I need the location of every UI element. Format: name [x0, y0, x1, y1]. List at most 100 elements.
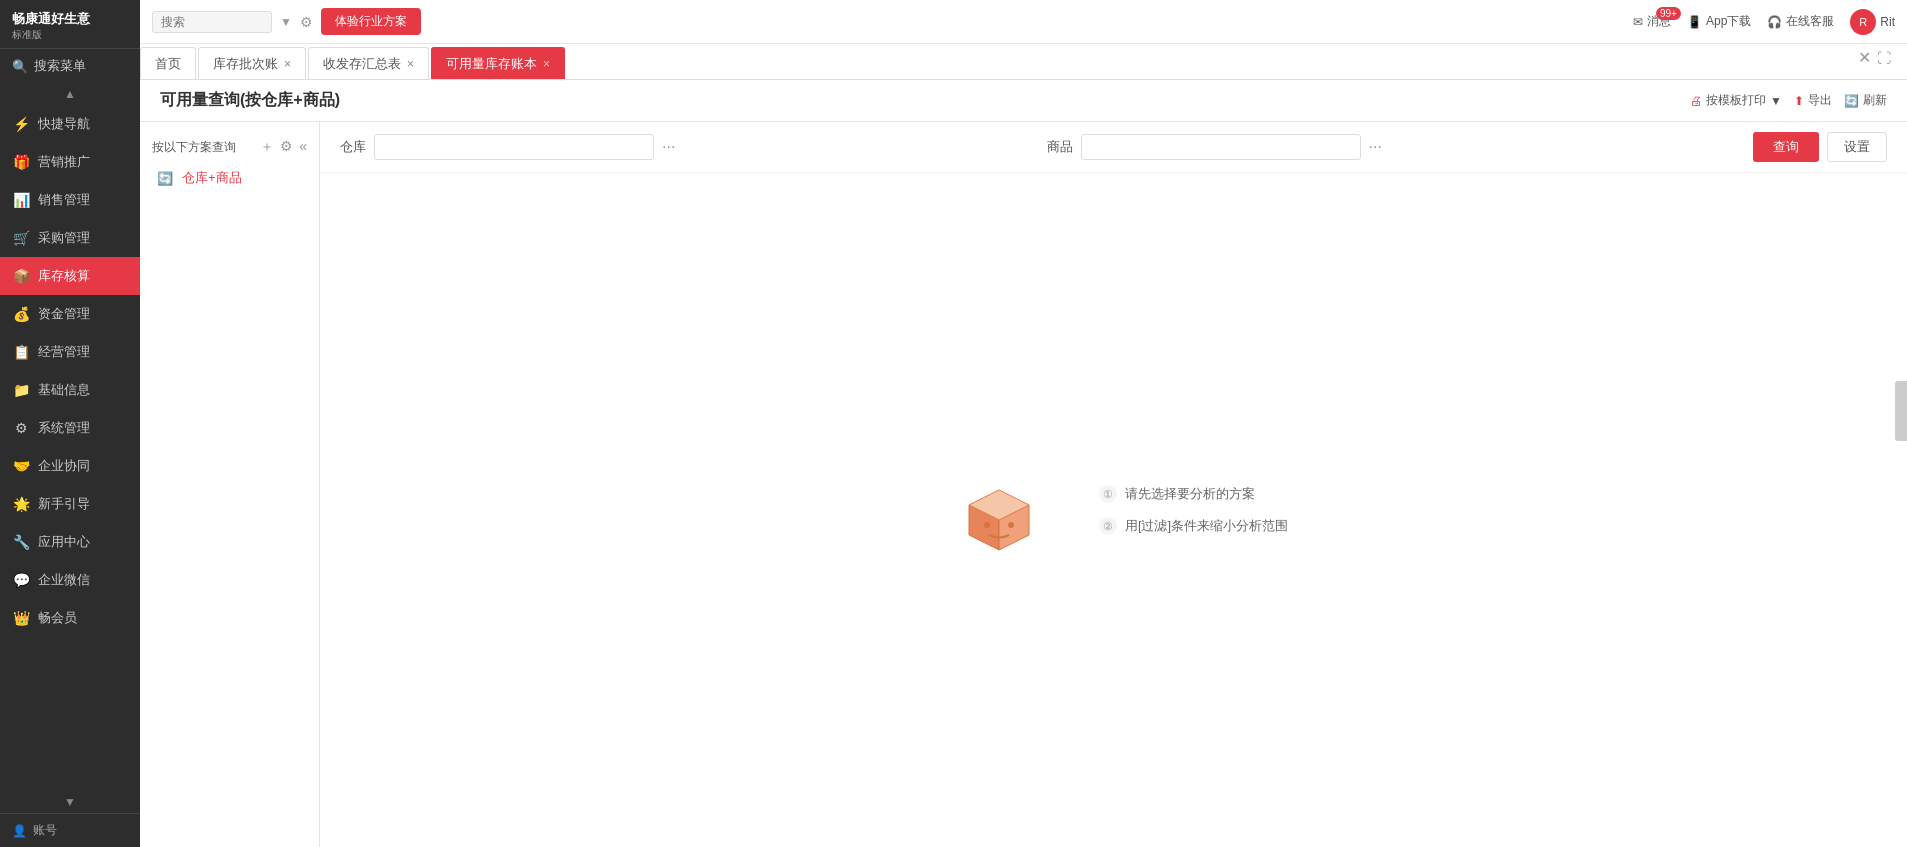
filter-header: 按以下方案查询 ＋ ⚙ «: [140, 132, 319, 162]
export-btn[interactable]: ⬆ 导出: [1794, 92, 1832, 109]
message-icon: ✉: [1633, 15, 1643, 29]
nav-icon-enterprise: 🤝: [12, 458, 30, 474]
empty-state: ① 请先选择要分析的方案 ② 用[过滤]条件来缩小分析范围: [320, 173, 1907, 847]
sidebar-item-purchase[interactable]: 🛒采购管理: [0, 219, 140, 257]
sidebar-item-marketing[interactable]: 🎁 营销推广: [0, 143, 140, 181]
tab-home[interactable]: 首页: [140, 47, 196, 79]
trial-btn[interactable]: 体验行业方案: [321, 8, 421, 35]
user-name: Rit: [1880, 15, 1895, 29]
collapse-filter-icon[interactable]: «: [299, 138, 307, 156]
tab-close-receipt-summary[interactable]: ×: [407, 57, 414, 71]
left-panel: 按以下方案查询 ＋ ⚙ « 🔄 仓库+商品: [140, 122, 320, 847]
tab-receipt-summary[interactable]: 收发存汇总表×: [308, 47, 429, 79]
tab-close-batch-ledger[interactable]: ×: [284, 57, 291, 71]
print-btn[interactable]: 🖨 按模板打印 ▼: [1690, 92, 1782, 109]
nav-label-quick-nav: 快捷导航: [38, 115, 90, 133]
service-label: 在线客服: [1786, 13, 1834, 30]
sidebar-item-sales[interactable]: 📊销售管理: [0, 181, 140, 219]
print-dropdown-icon[interactable]: ▼: [1770, 94, 1782, 108]
filter-item-warehouse-goods[interactable]: 🔄 仓库+商品: [140, 162, 319, 194]
sidebar-nav: ⚡快捷导航 🎁 营销推广 📊销售管理🛒采购管理 📦 库存核算 💰资金管理📋经营管理📁基础信息…: [0, 105, 140, 791]
tip-num-1: ①: [1099, 485, 1117, 503]
sidebar-header: 畅康通好生意 标准版: [0, 0, 140, 49]
filter-item-icon: 🔄: [156, 171, 174, 186]
nav-icon-purchase: 🛒: [12, 230, 30, 246]
search-dropdown-icon[interactable]: ▼: [280, 15, 292, 29]
filter-header-title: 按以下方案查询: [152, 139, 236, 156]
close-tab-btn[interactable]: ✕: [1858, 48, 1871, 67]
warehouse-more-icon[interactable]: ···: [662, 138, 675, 156]
filter-icons: ＋ ⚙ «: [260, 138, 307, 156]
nav-label-enterprise: 企业协同: [38, 457, 90, 475]
message-badge: 99+: [1656, 7, 1681, 20]
sidebar-bottom[interactable]: 👤 账号: [0, 813, 140, 847]
tab-label-available-ledger: 可用量库存账本: [446, 55, 537, 73]
nav-label-sales: 销售管理: [38, 191, 90, 209]
nav-icon-system: ⚙: [12, 420, 30, 436]
settings-icon[interactable]: ⚙: [300, 14, 313, 30]
user-menu-btn[interactable]: R Rit: [1850, 9, 1895, 35]
sidebar-item-finance[interactable]: 💰资金管理: [0, 295, 140, 333]
refresh-label: 刷新: [1863, 92, 1887, 109]
nav-label-inventory: 库存核算: [38, 267, 90, 285]
goods-label: 商品: [1047, 138, 1073, 156]
tab-bar: 首页库存批次账×收发存汇总表×可用量库存账本× ✕ ⛶: [140, 44, 1907, 80]
nav-label-finance: 资金管理: [38, 305, 90, 323]
nav-label-newbie: 新手引导: [38, 495, 90, 513]
sidebar-item-system[interactable]: ⚙系统管理: [0, 409, 140, 447]
filter-row: 仓库 ··· 商品 ··· 查询 设置: [320, 122, 1907, 173]
sidebar-item-newbie[interactable]: 🌟新手引导: [0, 485, 140, 523]
add-filter-icon[interactable]: ＋: [260, 138, 274, 156]
avatar: R: [1850, 9, 1876, 35]
app-download-btn[interactable]: 📱 App下载: [1687, 13, 1751, 30]
svg-point-5: [1008, 522, 1014, 528]
goods-input[interactable]: [1081, 134, 1361, 160]
warehouse-filter-group: 仓库 ···: [340, 134, 1027, 160]
topbar: ▼ ⚙ 体验行业方案 ✉ 消息 99+ 📱 App下载 🎧 在线客服 R Rit: [140, 0, 1907, 44]
sidebar-scroll-up[interactable]: ▲: [0, 83, 140, 105]
expand-btn[interactable]: ⛶: [1877, 50, 1891, 66]
sidebar-item-enterprise[interactable]: 🤝 企业协同: [0, 447, 140, 485]
user-icon: 👤: [12, 824, 27, 838]
search-menu[interactable]: 🔍 搜索菜单: [0, 49, 140, 83]
sidebar-item-quick-nav[interactable]: ⚡快捷导航: [0, 105, 140, 143]
topbar-search-input[interactable]: [152, 11, 272, 33]
sidebar-item-basic[interactable]: 📁基础信息: [0, 371, 140, 409]
sidebar-item-inventory[interactable]: 📦 库存核算: [0, 257, 140, 295]
nav-label-marketing: 营销推广: [38, 153, 90, 171]
sidebar-item-operation[interactable]: 📋经营管理: [0, 333, 140, 371]
sidebar-scroll-down[interactable]: ▼: [0, 791, 140, 813]
message-btn[interactable]: ✉ 消息 99+: [1633, 13, 1671, 30]
warehouse-input[interactable]: [374, 134, 654, 160]
sidebar-item-app-center[interactable]: 🔧应用中心: [0, 523, 140, 561]
sidebar-item-wechat[interactable]: 💬 企业微信: [0, 561, 140, 599]
query-btn[interactable]: 查询: [1753, 132, 1819, 162]
nav-icon-inventory: 📦: [12, 268, 30, 284]
nav-icon-basic: 📁: [12, 382, 30, 398]
side-scroll-indicator[interactable]: [1895, 381, 1907, 441]
tip-text-2: 用[过滤]条件来缩小分析范围: [1125, 517, 1288, 535]
filter-item-label: 仓库+商品: [182, 169, 242, 187]
nav-icon-marketing: 🎁: [12, 154, 30, 170]
empty-box-icon: [949, 460, 1049, 560]
nav-label-wechat: 企业微信: [38, 571, 90, 589]
config-filter-icon[interactable]: ⚙: [280, 138, 293, 156]
empty-illustration: [939, 450, 1059, 570]
sidebar-item-member[interactable]: 👑畅会员: [0, 599, 140, 637]
goods-more-icon[interactable]: ···: [1369, 138, 1382, 156]
settings-form-btn[interactable]: 设置: [1827, 132, 1887, 162]
tip-num-2: ②: [1099, 517, 1117, 535]
nav-label-app-center: 应用中心: [38, 533, 90, 551]
nav-icon-wechat: 💬: [12, 572, 30, 588]
online-service-btn[interactable]: 🎧 在线客服: [1767, 13, 1834, 30]
tab-label-batch-ledger: 库存批次账: [213, 55, 278, 73]
print-label: 按模板打印: [1706, 92, 1766, 109]
tab-batch-ledger[interactable]: 库存批次账 ×: [198, 47, 306, 79]
refresh-icon: 🔄: [1844, 94, 1859, 108]
tab-available-ledger[interactable]: 可用量库存账本 ×: [431, 47, 565, 79]
empty-tips: ① 请先选择要分析的方案 ② 用[过滤]条件来缩小分析范围: [1099, 485, 1288, 535]
tab-label-home: 首页: [155, 55, 181, 73]
brand-version: 标准版: [12, 28, 128, 42]
refresh-btn[interactable]: 🔄 刷新: [1844, 92, 1887, 109]
tab-close-available-ledger[interactable]: ×: [543, 57, 550, 71]
